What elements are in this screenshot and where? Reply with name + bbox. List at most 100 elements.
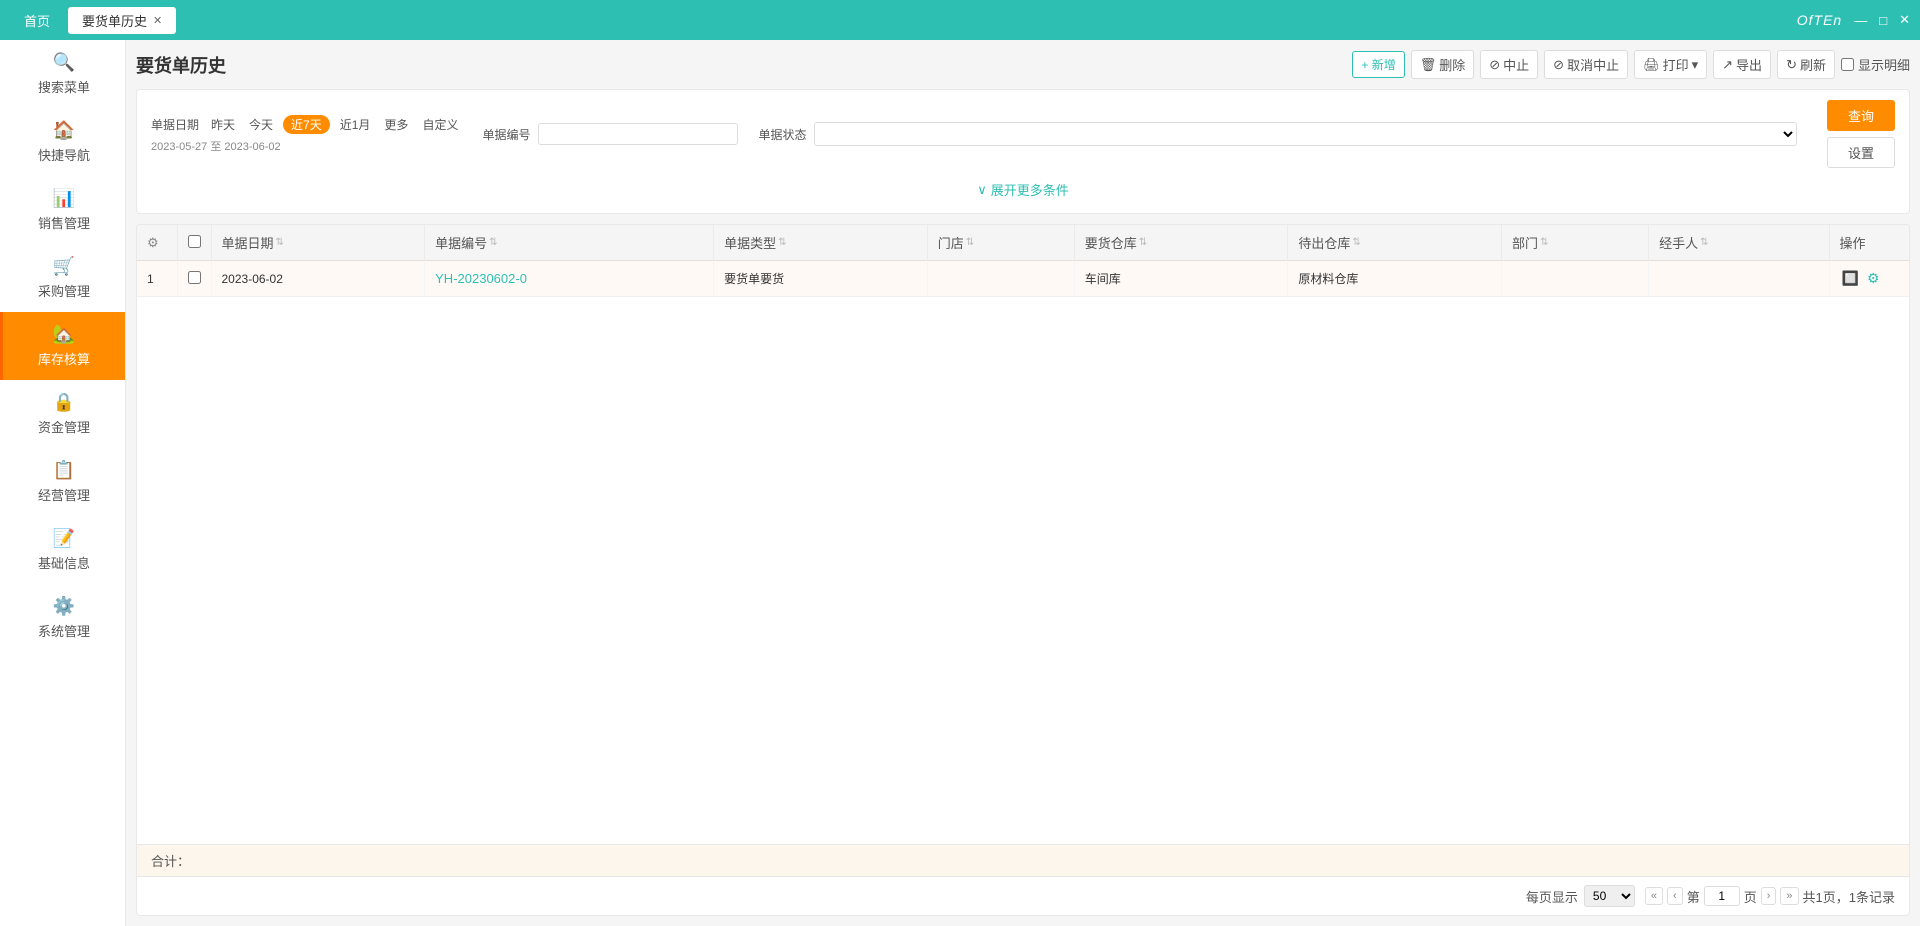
next-page-button[interactable]: › xyxy=(1761,887,1777,905)
th-settings[interactable]: ⚙ xyxy=(137,225,177,261)
th-action-label: 操作 xyxy=(1840,236,1866,251)
row-edit-button[interactable]: ⚙ xyxy=(1865,268,1882,289)
sidebar-item-purchase[interactable]: 🛒 采购管理 xyxy=(0,244,125,312)
sidebar-item-sales[interactable]: 📊 销售管理 xyxy=(0,176,125,244)
content-area: 要货单历史 + 新增 🗑 删除 ⊘ 中止 ⊘ 取消中止 🖨 打印 xyxy=(126,40,1920,926)
total-info: 共1页，1条记录 xyxy=(1803,887,1895,906)
top-bar: 首页 要货单历史 ✕ OfTEn — □ ✕ xyxy=(0,0,1920,40)
print-button[interactable]: 🖨 打印 ▾ xyxy=(1634,50,1707,79)
sidebar-item-finance[interactable]: 🔒 资金管理 xyxy=(0,380,125,448)
export-button[interactable]: ↗ 导出 xyxy=(1713,50,1771,79)
top-right-actions: OfTEn — □ ✕ xyxy=(1797,12,1910,28)
tab-active[interactable]: 要货单历史 ✕ xyxy=(68,7,176,34)
row-no: 1 xyxy=(137,261,177,297)
sort-store-icon[interactable]: ⇅ xyxy=(966,237,974,248)
date-option-1month[interactable]: 近1月 xyxy=(336,115,375,134)
status-label: 单据状态 xyxy=(758,126,806,143)
th-order-no-label: 单据编号 xyxy=(435,233,487,252)
basic-info-icon: 📝 xyxy=(53,528,75,549)
stop-icon: ⊘ xyxy=(1489,57,1500,73)
row-checkbox xyxy=(177,261,211,297)
pagination-bar: 每页显示 20 50 100 « ‹ 第 页 › » 共1页，1条记录 xyxy=(137,876,1909,915)
sidebar-item-basic[interactable]: 📝 基础信息 xyxy=(0,516,125,584)
sort-dept-icon[interactable]: ⇅ xyxy=(1540,237,1548,248)
sort-date-icon[interactable]: ⇅ xyxy=(276,237,284,248)
search-menu-icon: 🔍 xyxy=(53,52,75,73)
query-button[interactable]: 查询 xyxy=(1827,100,1895,131)
row-date: 2023-06-02 xyxy=(211,261,425,297)
date-filter-group: 单据日期 昨天 今天 近7天 近1月 更多 自定义 2023-05-27 至 2… xyxy=(151,115,462,154)
data-table: ⚙ 单据日期 ⇅ xyxy=(137,225,1909,297)
delete-label: 删除 xyxy=(1439,55,1465,74)
date-option-more[interactable]: 更多 xyxy=(380,115,412,134)
expand-more-icon: ∨ xyxy=(977,182,987,198)
sidebar-label-shortcuts: 快捷导航 xyxy=(38,145,90,164)
page-suffix: 页 xyxy=(1744,887,1757,906)
sort-handler-icon[interactable]: ⇅ xyxy=(1700,237,1708,248)
cancel-stop-button[interactable]: ⊘ 取消中止 xyxy=(1544,50,1628,79)
th-department: 部门 ⇅ xyxy=(1502,225,1649,261)
sidebar-item-shortcuts[interactable]: 🏠 快捷导航 xyxy=(0,108,125,176)
prev-page-button[interactable]: ‹ xyxy=(1667,887,1683,905)
finance-icon: 🔒 xyxy=(53,392,75,413)
page-number-input[interactable] xyxy=(1704,886,1740,906)
sidebar-item-inventory[interactable]: 🏡 库存核算 xyxy=(0,312,125,380)
date-option-yesterday[interactable]: 昨天 xyxy=(207,115,239,134)
order-no-input[interactable] xyxy=(538,123,738,145)
first-page-button[interactable]: « xyxy=(1645,887,1663,905)
page-label: 第 xyxy=(1687,887,1700,906)
order-no-filter-group: 单据编号 xyxy=(482,123,738,145)
sidebar-label-inventory: 库存核算 xyxy=(38,349,90,368)
tab-home[interactable]: 首页 xyxy=(10,7,64,34)
order-id-link[interactable]: YH-20230602-0 xyxy=(435,271,527,286)
per-page-select[interactable]: 20 50 100 xyxy=(1584,885,1635,907)
window-minimize-icon[interactable]: — xyxy=(1854,13,1867,28)
table-settings-icon[interactable]: ⚙ xyxy=(147,235,159,250)
sort-type-icon[interactable]: ⇅ xyxy=(778,237,786,248)
table-scroll[interactable]: ⚙ 单据日期 ⇅ xyxy=(137,225,1909,844)
date-option-custom[interactable]: 自定义 xyxy=(418,115,462,134)
row-actions: 🔲 ⚙ xyxy=(1840,268,1900,289)
date-option-today[interactable]: 今天 xyxy=(245,115,277,134)
display-detail-toggle[interactable]: 显示明细 xyxy=(1841,55,1910,74)
sidebar-item-system[interactable]: ⚙️ 系统管理 xyxy=(0,584,125,652)
order-no-label: 单据编号 xyxy=(482,126,530,143)
filter-setting-button[interactable]: 设置 xyxy=(1827,137,1895,168)
th-pending-warehouse-label: 待出仓库 xyxy=(1298,233,1350,252)
select-all-checkbox[interactable] xyxy=(188,235,201,248)
th-department-label: 部门 xyxy=(1512,233,1538,252)
sidebar-item-operations[interactable]: 📋 经营管理 xyxy=(0,448,125,516)
cancel-stop-label: 取消中止 xyxy=(1567,55,1619,74)
stop-button[interactable]: ⊘ 中止 xyxy=(1480,50,1538,79)
row-actions-cell: 🔲 ⚙ xyxy=(1829,261,1909,297)
refresh-button[interactable]: ↻ 刷新 xyxy=(1777,50,1835,79)
tab-close-icon[interactable]: ✕ xyxy=(153,14,162,27)
th-order-type: 单据类型 ⇅ xyxy=(714,225,928,261)
row-view-button[interactable]: 🔲 xyxy=(1840,268,1861,289)
date-option-7days[interactable]: 近7天 xyxy=(283,115,330,134)
sidebar-item-search[interactable]: 🔍 搜索菜单 xyxy=(0,40,125,108)
expand-more-button[interactable]: ∨ 展开更多条件 xyxy=(151,176,1895,203)
row-pending-warehouse: 原材料仓库 xyxy=(1288,261,1502,297)
date-filter-label: 单据日期 xyxy=(151,116,199,133)
status-select-wrap xyxy=(814,122,1797,146)
filter-action-buttons: 查询 设置 xyxy=(1827,100,1895,168)
operations-icon: 📋 xyxy=(53,460,75,481)
sort-pending-icon[interactable]: ⇅ xyxy=(1352,237,1360,248)
refresh-label: 刷新 xyxy=(1800,55,1826,74)
row-select-checkbox[interactable] xyxy=(188,271,201,284)
sort-warehouse-icon[interactable]: ⇅ xyxy=(1139,237,1147,248)
last-page-button[interactable]: » xyxy=(1780,887,1798,905)
new-button[interactable]: + 新增 xyxy=(1352,51,1404,78)
delete-button[interactable]: 🗑 删除 xyxy=(1411,50,1475,79)
system-icon: ⚙️ xyxy=(53,596,75,617)
row-order-id: YH-20230602-0 xyxy=(425,261,714,297)
status-filter-group: 单据状态 xyxy=(758,122,1797,146)
display-detail-checkbox[interactable] xyxy=(1841,58,1854,71)
sort-order-no-icon[interactable]: ⇅ xyxy=(489,237,497,248)
th-checkbox xyxy=(177,225,211,261)
page-header: 要货单历史 + 新增 🗑 删除 ⊘ 中止 ⊘ 取消中止 🖨 打印 xyxy=(136,50,1910,79)
status-select[interactable] xyxy=(814,122,1797,146)
window-close-icon[interactable]: ✕ xyxy=(1899,12,1910,28)
window-maximize-icon[interactable]: □ xyxy=(1879,13,1887,28)
